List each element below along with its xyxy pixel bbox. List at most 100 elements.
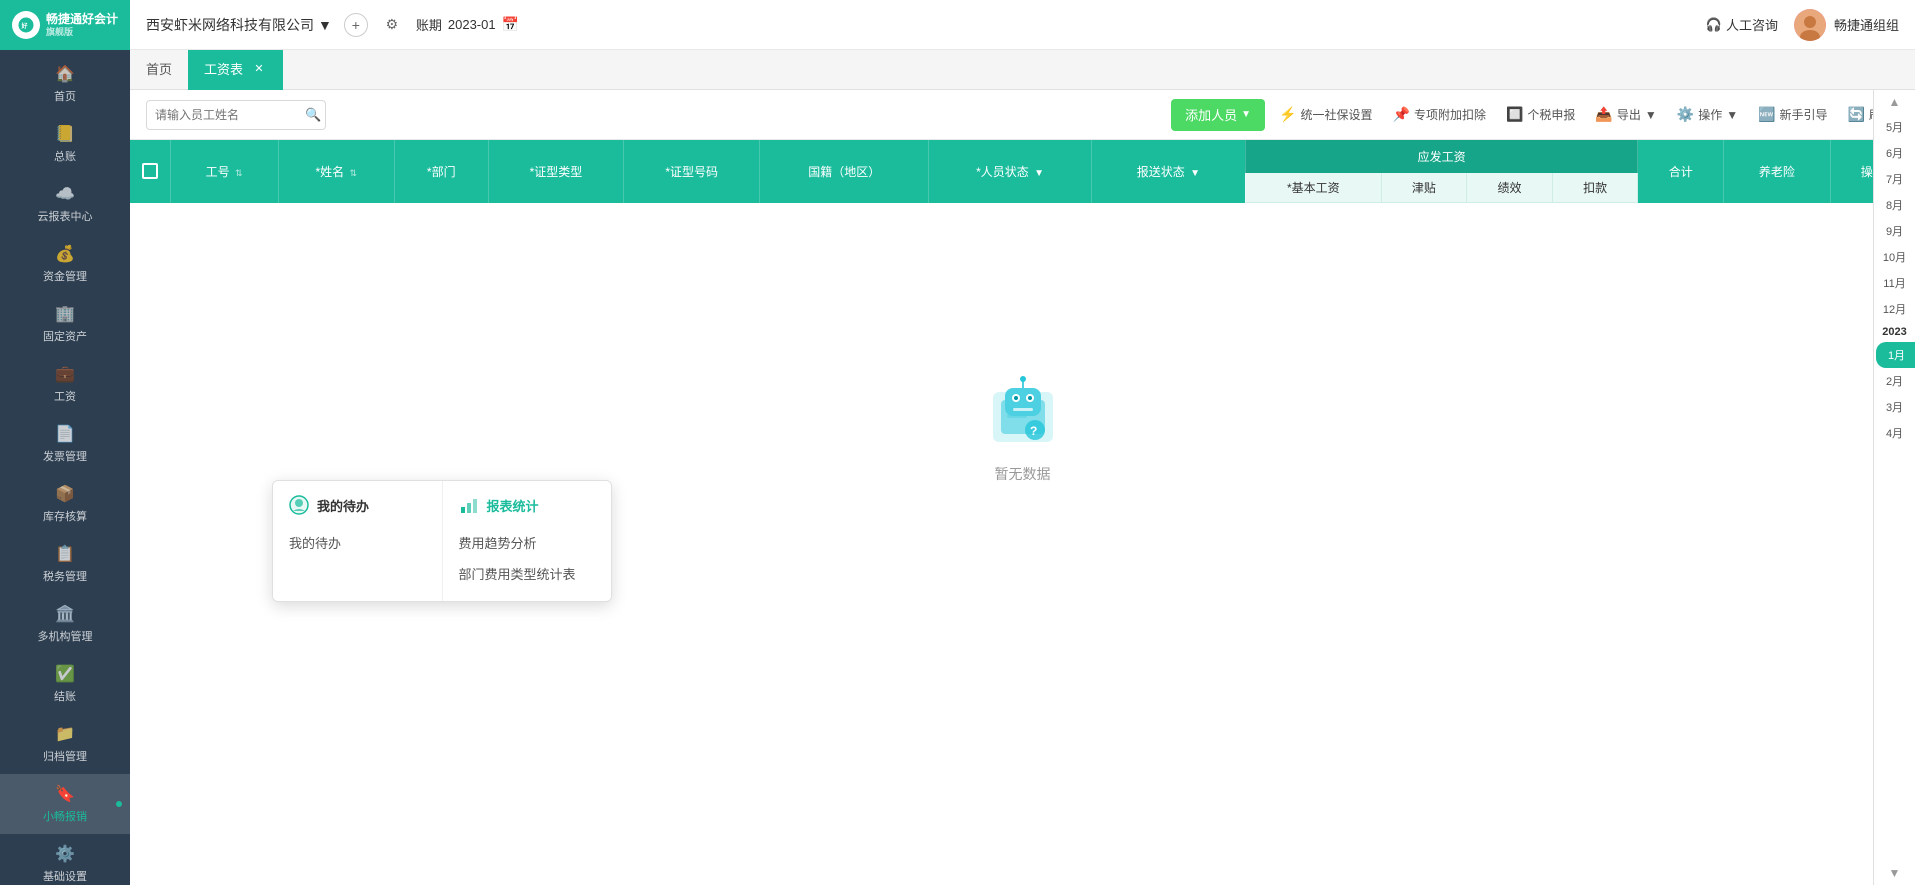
year-bar-item-12[interactable]: 12月 [1874,296,1915,322]
topbar-right: 🎧 人工咨询 畅捷通组组 [1706,9,1899,41]
topbar: 西安虾米网络科技有限公司 ▼ + ⚙ 账期 2023-01 📅 🎧 人工咨询 [130,0,1915,50]
user-info-btn[interactable]: 畅捷通组组 [1794,9,1899,41]
add-person-button[interactable]: 添加人员 ▼ [1171,99,1265,131]
invoice-icon: 📄 [55,424,75,444]
empty-icon: ? [983,372,1063,452]
person-status-filter-icon[interactable]: ▼ [1034,168,1044,179]
search-box: 🔍 [146,100,326,130]
sidebar-item-multi[interactable]: 🏛️ 多机构管理 [0,594,130,654]
tax-icon: 📋 [55,544,75,564]
select-all-checkbox[interactable] [142,163,158,179]
operations-btn[interactable]: ⚙️ 操作 ▼ [1671,99,1744,131]
xcp-badge [116,801,122,807]
year-bar-item-11[interactable]: 11月 [1874,270,1915,296]
account-period: 账期 2023-01 📅 [416,15,519,34]
settings-btn[interactable]: ⚙ [380,13,404,37]
col-basic-salary: *基本工资 [1245,173,1381,203]
year-bar-item-feb[interactable]: 2月 [1874,368,1915,394]
company-name-btn[interactable]: 西安虾米网络科技有限公司 ▼ [146,15,332,35]
sidebar-item-xcp[interactable]: 🔖 小畅报销 [0,774,130,834]
year-bar-down-arrow[interactable]: ▼ [1874,861,1915,885]
special-deduction-icon: 📌 [1393,106,1410,123]
tabbar: 首页 工资表 ✕ ✕ [130,50,1915,90]
popup-col-stats-label: 报表统计 [487,496,539,515]
sidebar-item-cloud[interactable]: ☁️ 云报表中心 [0,174,130,234]
multi-icon: 🏛️ [55,604,75,624]
col-deductions: 扣款 [1552,173,1638,203]
todo-icon [289,495,309,515]
year-bar-items: 5月 6月 7月 8月 9月 10月 11月 12月 2023 1月 2月 3月… [1874,114,1915,861]
company-dropdown-icon: ▼ [318,17,332,33]
special-deduction-btn[interactable]: 📌 专项附加扣除 [1387,99,1492,131]
export-btn[interactable]: 📤 导出 ▼ [1589,99,1662,131]
new-guide-icon: 🆕 [1758,106,1775,123]
tab-home[interactable]: 首页 [130,50,188,90]
export-icon: 📤 [1595,106,1612,123]
svg-text:?: ? [1030,424,1037,438]
search-input[interactable] [155,108,305,122]
year-bar-item-8[interactable]: 8月 [1874,192,1915,218]
app-logo: 好 畅捷通好会计 旗舰版 [0,0,130,50]
main-area: 西安虾米网络科技有限公司 ▼ + ⚙ 账期 2023-01 📅 🎧 人工咨询 [130,0,1915,885]
personal-tax-btn[interactable]: 🔲 个税申报 [1500,99,1581,131]
calendar-icon[interactable]: 📅 [502,16,519,33]
sidebar-item-inventory[interactable]: 📦 库存核算 [0,474,130,534]
popup-todo-item-1[interactable]: 我的待办 [289,527,426,558]
popup-stats-item-1[interactable]: 费用趋势分析 [459,527,596,558]
send-status-filter-icon[interactable]: ▼ [1190,168,1200,179]
sidebar-item-home[interactable]: 🏠 首页 [0,54,130,114]
popup-stats-item-2[interactable]: 部门费用类型统计表 [459,558,596,589]
user-name-label: 畅捷通组组 [1834,15,1899,34]
sidebar-item-settle[interactable]: ✅ 结账 [0,654,130,714]
col-performance: 绩效 [1467,173,1553,203]
sidebar-item-assets[interactable]: 🏢 固定资产 [0,294,130,354]
toolbar-right: 添加人员 ▼ ⚡ 统一社保设置 📌 专项附加扣除 🔲 个税申报 📤 导 [1171,99,1899,131]
customer-service-btn[interactable]: 🎧 人工咨询 [1706,15,1778,34]
col-should-pay-header: 应发工资 [1245,140,1638,173]
tab-salary-sheet[interactable]: 工资表 ✕ [188,50,283,90]
funds-icon: 💰 [55,244,75,264]
search-icon: 🔍 [305,107,321,123]
col-name: *姓名 ⇅ [278,140,394,203]
sidebar: 好 畅捷通好会计 旗舰版 🏠 首页 📒 总账 ☁️ 云报表中心 💰 资金管理 🏢… [0,0,130,885]
year-bar-item-jan[interactable]: 1月 [1876,342,1915,368]
sidebar-item-ledger[interactable]: 📒 总账 [0,114,130,174]
year-bar-item-mar[interactable]: 3月 [1874,394,1915,420]
year-bar-item-apr[interactable]: 4月 [1874,420,1915,446]
tab-close-btn[interactable]: ✕ [251,61,267,77]
year-bar: ▲ 5月 6月 7月 8月 9月 10月 11月 12月 2023 1月 2月 … [1873,90,1915,885]
sidebar-item-salary[interactable]: 💼 工资 [0,354,130,414]
add-company-btn[interactable]: + [344,13,368,37]
year-bar-item-7[interactable]: 7月 [1874,166,1915,192]
year-bar-up-arrow[interactable]: ▲ [1874,90,1915,114]
col-pension: 养老险 [1724,140,1831,203]
logo-sub-text: 旗舰版 [46,27,118,38]
stats-icon [459,495,479,515]
year-bar-item-9[interactable]: 9月 [1874,218,1915,244]
popup-col-todo-title: 我的待办 [289,495,426,515]
sidebar-item-funds[interactable]: 💰 资金管理 [0,234,130,294]
empty-text: 暂无数据 [995,464,1051,484]
sidebar-item-tax[interactable]: 📋 税务管理 [0,534,130,594]
year-bar-item-6[interactable]: 6月 [1874,140,1915,166]
logo-text: 畅捷通好会计 旗舰版 [46,12,118,37]
new-guide-btn[interactable]: 🆕 新手引导 [1752,99,1833,131]
social-security-btn[interactable]: ⚡ 统一社保设置 [1273,99,1378,131]
sidebar-item-invoice[interactable]: 📄 发票管理 [0,414,130,474]
refresh-icon: 🔄 [1848,106,1865,123]
ledger-icon: 📒 [55,124,75,144]
year-bar-item-10[interactable]: 10月 [1874,244,1915,270]
col-send-status: 报送状态 ▼ [1091,140,1245,203]
popup-menu: 我的待办 我的待办 报表统计 费用趋势分析 部门费用类型统计表 [272,480,612,602]
personal-tax-icon: 🔲 [1506,106,1523,123]
col-employee-id: 工号 ⇅ [170,140,278,203]
col-cert-type: *证型类型 [488,140,624,203]
name-sort-icon[interactable]: ⇅ [349,168,357,178]
salary-icon: 💼 [55,364,75,384]
popup-col-stats-title: 报表统计 [459,495,596,515]
sidebar-item-archive[interactable]: 📁 归档管理 [0,714,130,774]
sidebar-item-basic[interactable]: ⚙️ 基础设置 [0,834,130,885]
employee-id-sort-icon[interactable]: ⇅ [235,168,243,178]
year-bar-item-5[interactable]: 5月 [1874,114,1915,140]
assets-icon: 🏢 [55,304,75,324]
